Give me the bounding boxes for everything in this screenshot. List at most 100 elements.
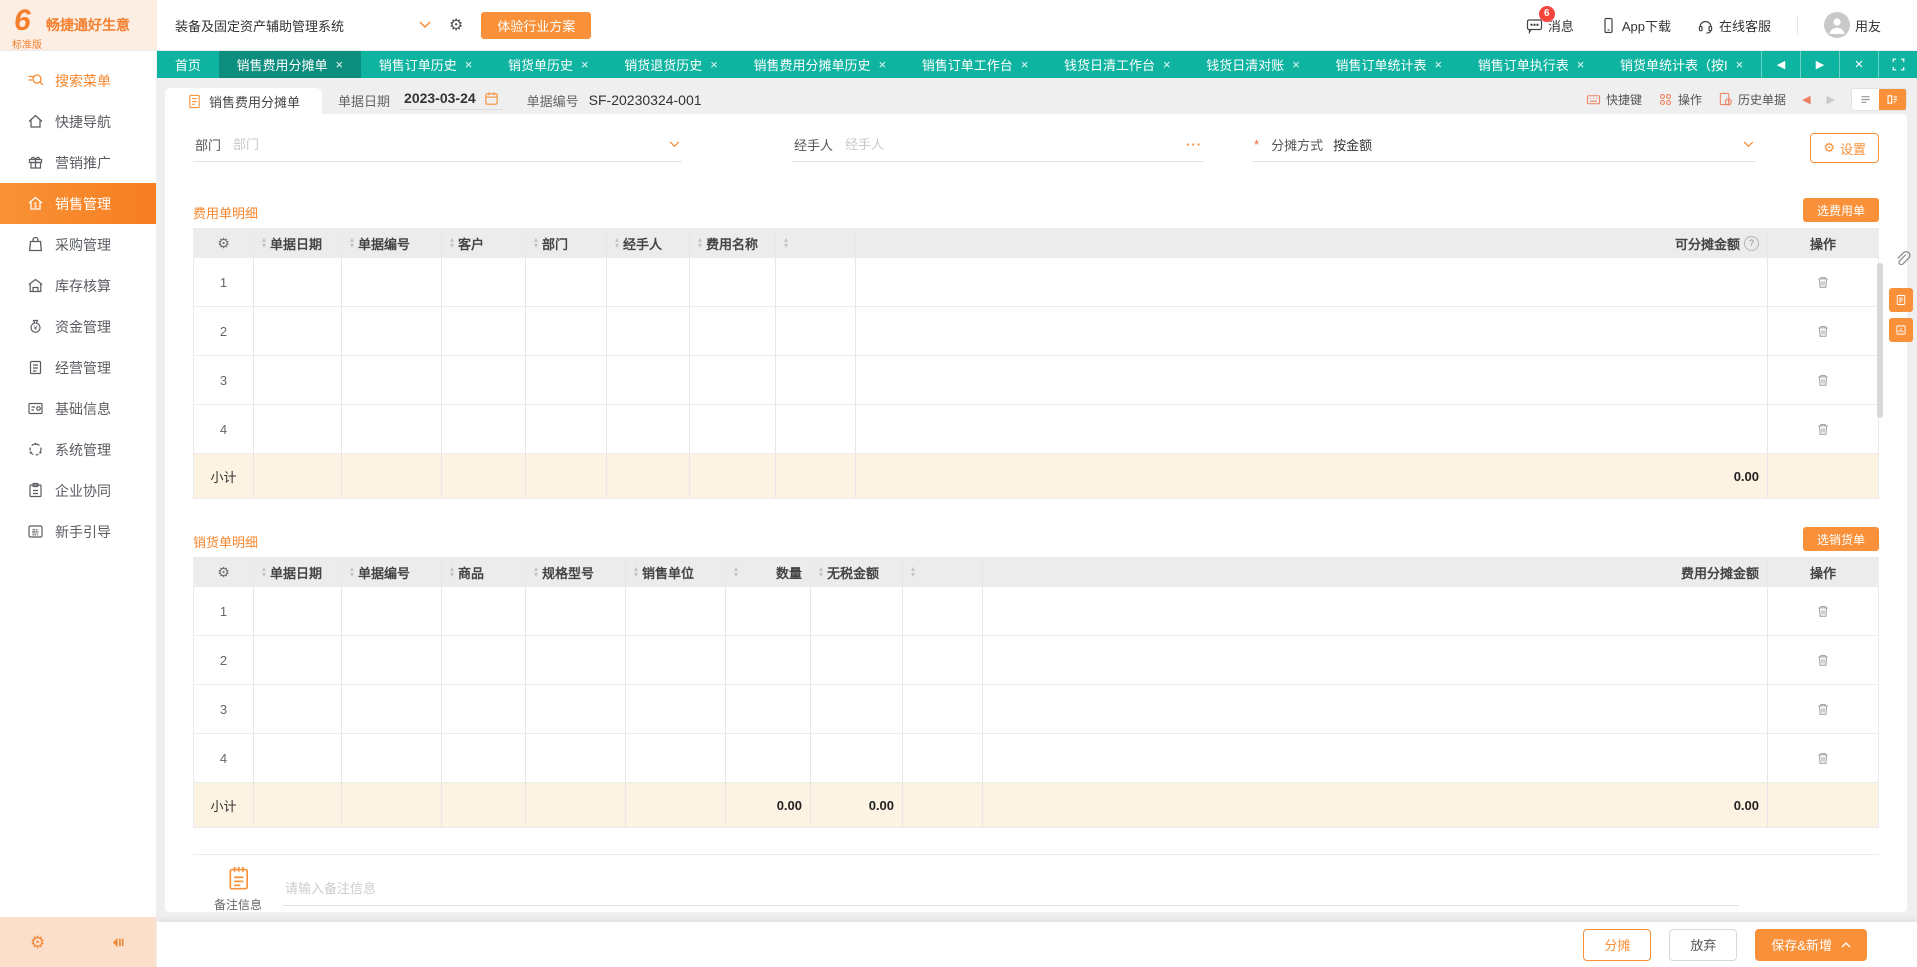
close-tab-icon[interactable]: × — [878, 57, 886, 72]
settings-button[interactable]: ⚙ 设置 — [1810, 133, 1879, 163]
sidebar-item-sales[interactable]: $ 销售管理 — [0, 183, 156, 224]
close-tab-icon[interactable]: × — [710, 57, 718, 72]
sidebar-item-quick-nav[interactable]: 快捷导航 — [0, 101, 156, 142]
close-tab-icon[interactable]: × — [1163, 57, 1171, 72]
handler-input[interactable] — [843, 135, 1176, 153]
sidebar-item-search-menu[interactable]: 搜索菜单 — [0, 60, 156, 101]
date-picker[interactable]: 2023-03-24 — [400, 90, 503, 110]
col-header-blank[interactable]: ▴ ▾ — [776, 229, 856, 257]
close-tab-icon[interactable]: × — [1736, 57, 1744, 72]
sidebar-item-collaboration[interactable]: 企业协同 — [0, 470, 156, 511]
messages-button[interactable]: 消息 6 — [1526, 5, 1574, 35]
close-tab-icon[interactable]: × — [1434, 57, 1442, 72]
list-view-icon[interactable] — [1852, 89, 1879, 110]
app-download-button[interactable]: App下载 — [1600, 16, 1671, 35]
delete-row-icon[interactable] — [1816, 751, 1830, 765]
close-tab-icon[interactable]: × — [1577, 57, 1585, 72]
online-service-button[interactable]: 在线客服 — [1697, 16, 1771, 35]
system-select[interactable]: 装备及固定资产辅助管理系统 — [175, 16, 431, 35]
delete-row-icon[interactable] — [1816, 373, 1830, 387]
allocate-button[interactable]: 分摊 — [1583, 928, 1652, 961]
handler-field[interactable]: 经手人 ··· — [792, 135, 1204, 162]
vertical-scrollbar[interactable] — [1877, 263, 1883, 418]
save-and-new-button[interactable]: 保存&新增 — [1755, 928, 1867, 961]
col-header[interactable]: ▴ ▾ 单据编号 — [342, 229, 442, 257]
tab-scroll-left-icon[interactable]: ◀ — [1761, 50, 1800, 78]
chevron-down-icon[interactable] — [669, 140, 680, 148]
sidebar-item-marketing[interactable]: 营销推广 — [0, 142, 156, 183]
select-sales-doc-button[interactable]: 选销货单 — [1802, 527, 1879, 551]
sidebar-settings-gear-icon[interactable]: ⚙ — [30, 934, 45, 951]
col-header-blank[interactable]: ▴ ▾ — [903, 558, 983, 586]
trial-plan-button[interactable]: 体验行业方案 — [481, 11, 592, 39]
tab-sales-invoice-stats[interactable]: 销货单统计表（按I × — [1602, 50, 1761, 78]
tab-sales-order-stats[interactable]: 销售订单统计表 × — [1318, 50, 1460, 78]
fullscreen-icon[interactable] — [1878, 50, 1917, 78]
sidebar-item-guide[interactable]: 新 新手引导 — [0, 511, 156, 552]
close-tab-icon[interactable]: × — [335, 57, 343, 72]
sidebar-item-basics[interactable]: 基础信息 — [0, 388, 156, 429]
collapse-sidebar-icon[interactable] — [111, 935, 126, 950]
prev-doc-icon[interactable]: ◀ — [1802, 93, 1810, 106]
sidebar-item-inventory[interactable]: 库存核算 — [0, 265, 156, 306]
select-expense-doc-button[interactable]: 选费用单 — [1802, 198, 1879, 222]
col-header[interactable]: ▴ ▾ 销售单位 — [626, 558, 726, 586]
tab-expense-allocation-history[interactable]: 销售费用分摊单历史 × — [736, 50, 904, 78]
column-settings-gear-icon[interactable]: ⚙ — [194, 229, 254, 257]
history-docs-button[interactable]: 历史单据 — [1718, 91, 1786, 108]
form-view-icon[interactable] — [1879, 89, 1906, 110]
col-header[interactable]: ▴ ▾ 客户 — [442, 229, 526, 257]
col-header[interactable]: ▴ ▾ 无税金额 — [811, 558, 903, 586]
col-header[interactable]: ▴ ▾ 单据编号 — [342, 558, 442, 586]
col-header-amount[interactable]: 费用分摊金额 — [983, 558, 1768, 586]
close-tab-icon[interactable]: × — [1021, 57, 1029, 72]
sidebar-item-system[interactable]: 系统管理 — [0, 429, 156, 470]
delete-row-icon[interactable] — [1816, 702, 1830, 716]
delete-row-icon[interactable] — [1816, 653, 1830, 667]
delete-row-icon[interactable] — [1816, 604, 1830, 618]
tab-daily-clear-reconcile[interactable]: 钱货日清对账 × — [1188, 50, 1317, 78]
delete-row-icon[interactable] — [1816, 275, 1830, 289]
help-icon[interactable]: ? — [1744, 235, 1759, 251]
hotkey-button[interactable]: 快捷键 — [1586, 91, 1642, 108]
tab-daily-clear-workbench[interactable]: 钱货日清工作台 × — [1046, 50, 1188, 78]
user-menu[interactable]: 用友 — [1823, 12, 1881, 38]
col-header-amount[interactable]: 可分摊金额? — [856, 229, 1768, 257]
col-header[interactable]: ▴ ▾ 规格型号 — [526, 558, 626, 586]
attachment-paperclip-icon[interactable] — [1893, 250, 1911, 268]
sidebar-item-funds[interactable]: ¥ 资金管理 — [0, 306, 156, 347]
department-input[interactable] — [231, 135, 659, 153]
col-header[interactable]: ▴ ▾ 商品 — [442, 558, 526, 586]
discard-button[interactable]: 放弃 — [1669, 928, 1738, 961]
settings-gear-icon[interactable]: ⚙ — [449, 15, 463, 35]
delete-row-icon[interactable] — [1816, 324, 1830, 338]
remark-input[interactable] — [283, 872, 1739, 906]
tab-home[interactable]: 首页 — [157, 50, 219, 78]
close-all-tabs-icon[interactable]: × — [1839, 50, 1878, 78]
close-tab-icon[interactable]: × — [1292, 57, 1300, 72]
col-header[interactable]: ▴ ▾ 数量 — [726, 558, 811, 586]
department-field[interactable]: 部门 — [193, 135, 682, 162]
tab-sales-order-exec[interactable]: 销售订单执行表 × — [1460, 50, 1602, 78]
operate-button[interactable]: 操作 — [1658, 91, 1702, 108]
tab-expense-allocation[interactable]: 销售费用分摊单 × — [218, 50, 361, 78]
col-header[interactable]: ▴ ▾ 经手人 — [607, 229, 690, 257]
tab-scroll-right-icon[interactable]: ▶ — [1800, 50, 1839, 78]
float-chart-button[interactable] — [1889, 318, 1913, 342]
tab-sales-order-workbench[interactable]: 销售订单工作台 × — [904, 50, 1046, 78]
delete-row-icon[interactable] — [1816, 422, 1830, 436]
tab-sales-invoice-history[interactable]: 销货单历史 × — [490, 50, 606, 78]
col-header[interactable]: ▴ ▾ 费用名称 — [690, 229, 776, 257]
chevron-down-icon[interactable] — [1743, 140, 1754, 148]
tab-sales-order-history[interactable]: 销售订单历史 × — [361, 50, 490, 78]
more-options-icon[interactable]: ··· — [1186, 137, 1202, 152]
col-header[interactable]: ▴ ▾ 部门 — [526, 229, 607, 257]
sidebar-item-business[interactable]: 经营管理 — [0, 347, 156, 388]
float-report-button[interactable] — [1889, 288, 1913, 312]
next-doc-icon[interactable]: ▶ — [1827, 93, 1835, 106]
close-tab-icon[interactable]: × — [465, 57, 473, 72]
col-header[interactable]: ▴ ▾ 单据日期 — [254, 229, 342, 257]
col-header[interactable]: ▴ ▾ 单据日期 — [254, 558, 342, 586]
sidebar-item-procurement[interactable]: 采购管理 — [0, 224, 156, 265]
close-tab-icon[interactable]: × — [581, 57, 589, 72]
